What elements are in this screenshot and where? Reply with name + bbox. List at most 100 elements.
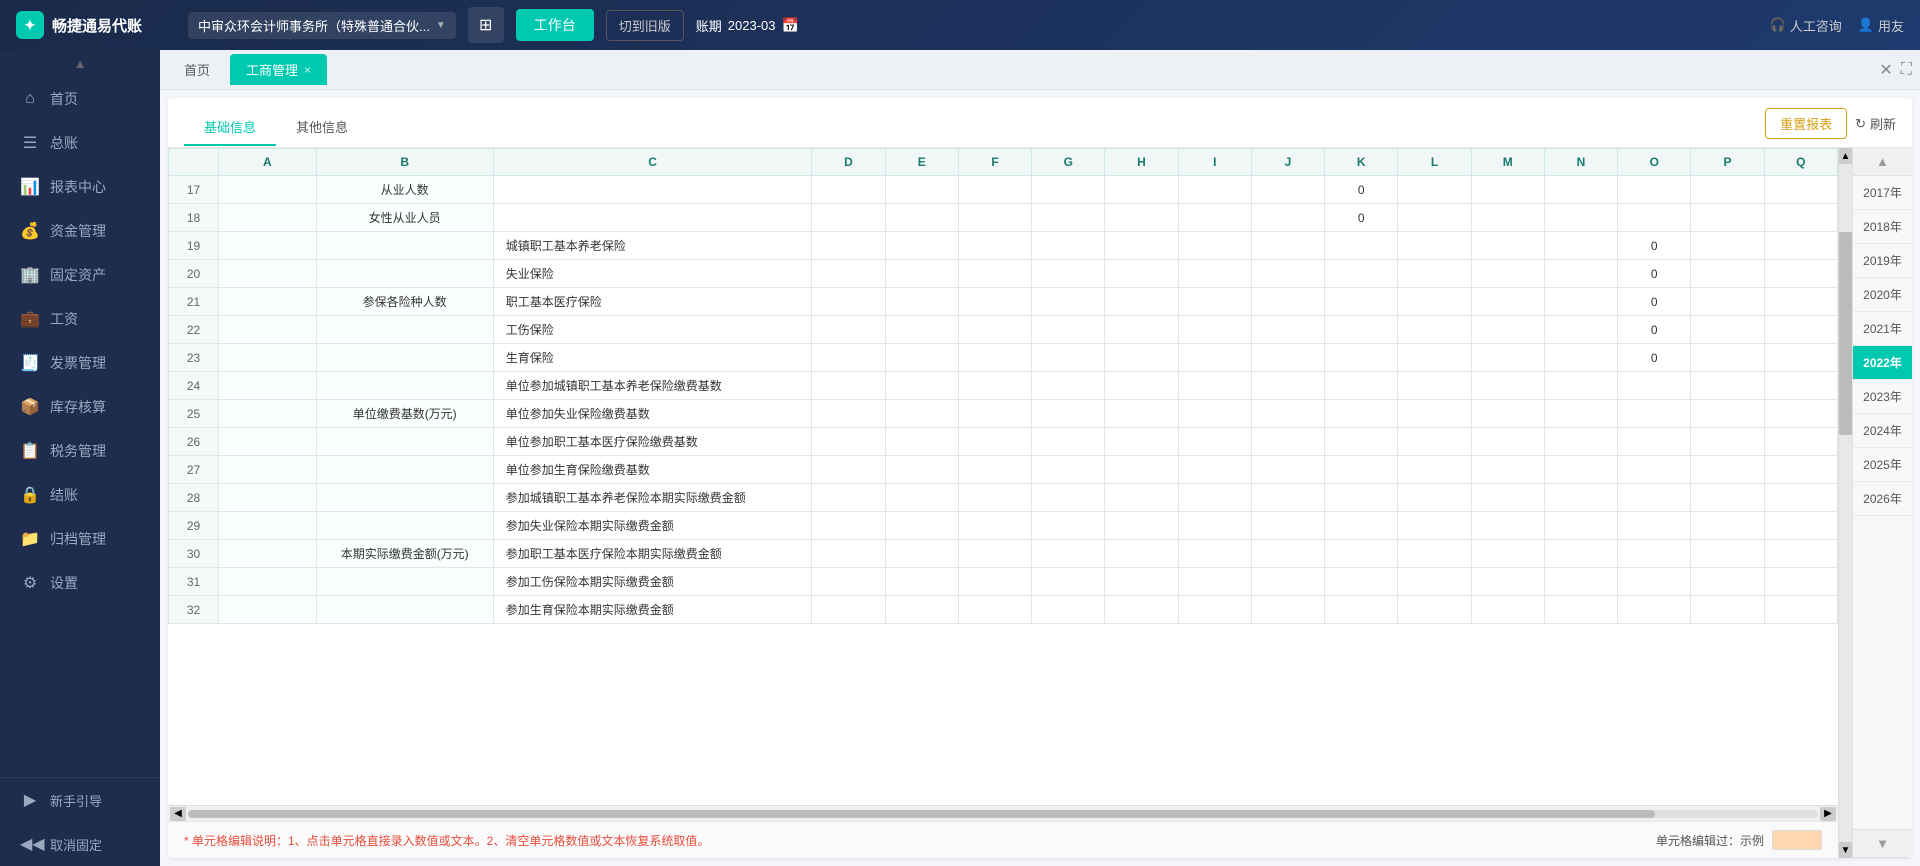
cell-q[interactable] — [1764, 232, 1837, 260]
cell-h[interactable] — [1105, 596, 1178, 624]
cell-l[interactable] — [1398, 456, 1471, 484]
sidebar-item-closing[interactable]: 🔒 结账 — [0, 473, 160, 517]
cell-d[interactable] — [812, 596, 885, 624]
cell-b[interactable] — [316, 372, 493, 400]
cell-l[interactable] — [1398, 204, 1471, 232]
cell-b[interactable] — [316, 596, 493, 624]
cell-f[interactable] — [958, 288, 1031, 316]
cell-d[interactable] — [812, 204, 885, 232]
sidebar-scroll-up[interactable]: ▲ — [0, 50, 160, 77]
cell-o[interactable] — [1618, 176, 1691, 204]
cell-g[interactable] — [1032, 596, 1105, 624]
cell-b[interactable]: 单位缴费基数(万元) — [316, 400, 493, 428]
horizontal-scrollbar[interactable]: ◀ ▶ — [168, 805, 1838, 821]
cell-j[interactable] — [1251, 596, 1324, 624]
cell-h[interactable] — [1105, 232, 1178, 260]
cell-f[interactable] — [958, 176, 1031, 204]
scroll-right-btn[interactable]: ▶ — [1820, 807, 1836, 821]
cell-j[interactable] — [1251, 344, 1324, 372]
cell-l[interactable] — [1398, 288, 1471, 316]
cell-q[interactable] — [1764, 260, 1837, 288]
cell-c[interactable]: 单位参加生育保险缴费基数 — [493, 456, 812, 484]
cell-f[interactable] — [958, 512, 1031, 540]
cell-g[interactable] — [1032, 232, 1105, 260]
sub-tab-basic[interactable]: 基础信息 — [184, 109, 276, 146]
cell-l[interactable] — [1398, 260, 1471, 288]
cell-k[interactable] — [1325, 260, 1398, 288]
cell-o[interactable] — [1618, 204, 1691, 232]
cell-q[interactable] — [1764, 204, 1837, 232]
cell-a[interactable] — [219, 232, 317, 260]
scroll-left-btn[interactable]: ◀ — [170, 807, 186, 821]
cell-i[interactable] — [1178, 456, 1251, 484]
cell-p[interactable] — [1691, 232, 1764, 260]
cell-d[interactable] — [812, 456, 885, 484]
cell-a[interactable] — [219, 316, 317, 344]
cell-f[interactable] — [958, 232, 1031, 260]
cell-i[interactable] — [1178, 316, 1251, 344]
cell-m[interactable] — [1471, 260, 1544, 288]
sidebar-item-invoice[interactable]: 🧾 发票管理 — [0, 341, 160, 385]
cell-q[interactable] — [1764, 372, 1837, 400]
cell-l[interactable] — [1398, 232, 1471, 260]
cell-q[interactable] — [1764, 176, 1837, 204]
cell-m[interactable] — [1471, 176, 1544, 204]
cell-n[interactable] — [1544, 512, 1617, 540]
cell-p[interactable] — [1691, 540, 1764, 568]
cell-m[interactable] — [1471, 232, 1544, 260]
sidebar-item-unpin[interactable]: ◀◀ 取消固定 — [0, 822, 160, 866]
cell-a[interactable] — [219, 512, 317, 540]
cell-n[interactable] — [1544, 456, 1617, 484]
cell-l[interactable] — [1398, 176, 1471, 204]
cell-h[interactable] — [1105, 176, 1178, 204]
cell-l[interactable] — [1398, 512, 1471, 540]
cell-n[interactable] — [1544, 232, 1617, 260]
cell-o[interactable]: 0 — [1618, 260, 1691, 288]
cell-b[interactable] — [316, 260, 493, 288]
cell-j[interactable] — [1251, 456, 1324, 484]
cell-n[interactable] — [1544, 316, 1617, 344]
cell-b[interactable] — [316, 232, 493, 260]
sidebar-item-home[interactable]: ⌂ 首页 — [0, 77, 160, 121]
year-item[interactable]: 2022年 — [1853, 346, 1912, 380]
cell-p[interactable] — [1691, 372, 1764, 400]
cell-c[interactable]: 单位参加职工基本医疗保险缴费基数 — [493, 428, 812, 456]
cell-h[interactable] — [1105, 484, 1178, 512]
cell-f[interactable] — [958, 484, 1031, 512]
cell-m[interactable] — [1471, 512, 1544, 540]
cell-h[interactable] — [1105, 260, 1178, 288]
cell-p[interactable] — [1691, 344, 1764, 372]
cell-p[interactable] — [1691, 316, 1764, 344]
cell-h[interactable] — [1105, 400, 1178, 428]
cell-q[interactable] — [1764, 344, 1837, 372]
cell-o[interactable] — [1618, 456, 1691, 484]
year-nav-up[interactable]: ▲ — [1853, 148, 1912, 176]
switch-version-button[interactable]: 切到旧版 — [606, 10, 684, 41]
cell-m[interactable] — [1471, 428, 1544, 456]
cell-c[interactable]: 参加工伤保险本期实际缴费金额 — [493, 568, 812, 596]
cell-j[interactable] — [1251, 568, 1324, 596]
cell-o[interactable] — [1618, 540, 1691, 568]
cell-q[interactable] — [1764, 428, 1837, 456]
cell-g[interactable] — [1032, 204, 1105, 232]
cell-c[interactable]: 城镇职工基本养老保险 — [493, 232, 812, 260]
cell-l[interactable] — [1398, 316, 1471, 344]
cell-m[interactable] — [1471, 288, 1544, 316]
cell-b[interactable] — [316, 344, 493, 372]
cell-f[interactable] — [958, 568, 1031, 596]
calendar-icon[interactable]: 📅 — [782, 17, 799, 34]
cell-q[interactable] — [1764, 288, 1837, 316]
cell-e[interactable] — [885, 344, 958, 372]
cell-a[interactable] — [219, 288, 317, 316]
cell-k[interactable] — [1325, 288, 1398, 316]
close-window-icon[interactable]: ✕ — [1879, 60, 1892, 80]
cell-f[interactable] — [958, 400, 1031, 428]
cell-d[interactable] — [812, 372, 885, 400]
cell-g[interactable] — [1032, 372, 1105, 400]
cell-g[interactable] — [1032, 512, 1105, 540]
cell-c[interactable]: 失业保险 — [493, 260, 812, 288]
user-button[interactable]: 👤 用友 — [1858, 16, 1904, 35]
cell-b[interactable] — [316, 484, 493, 512]
cell-b[interactable] — [316, 568, 493, 596]
scroll-down-btn[interactable]: ▼ — [1839, 842, 1852, 858]
